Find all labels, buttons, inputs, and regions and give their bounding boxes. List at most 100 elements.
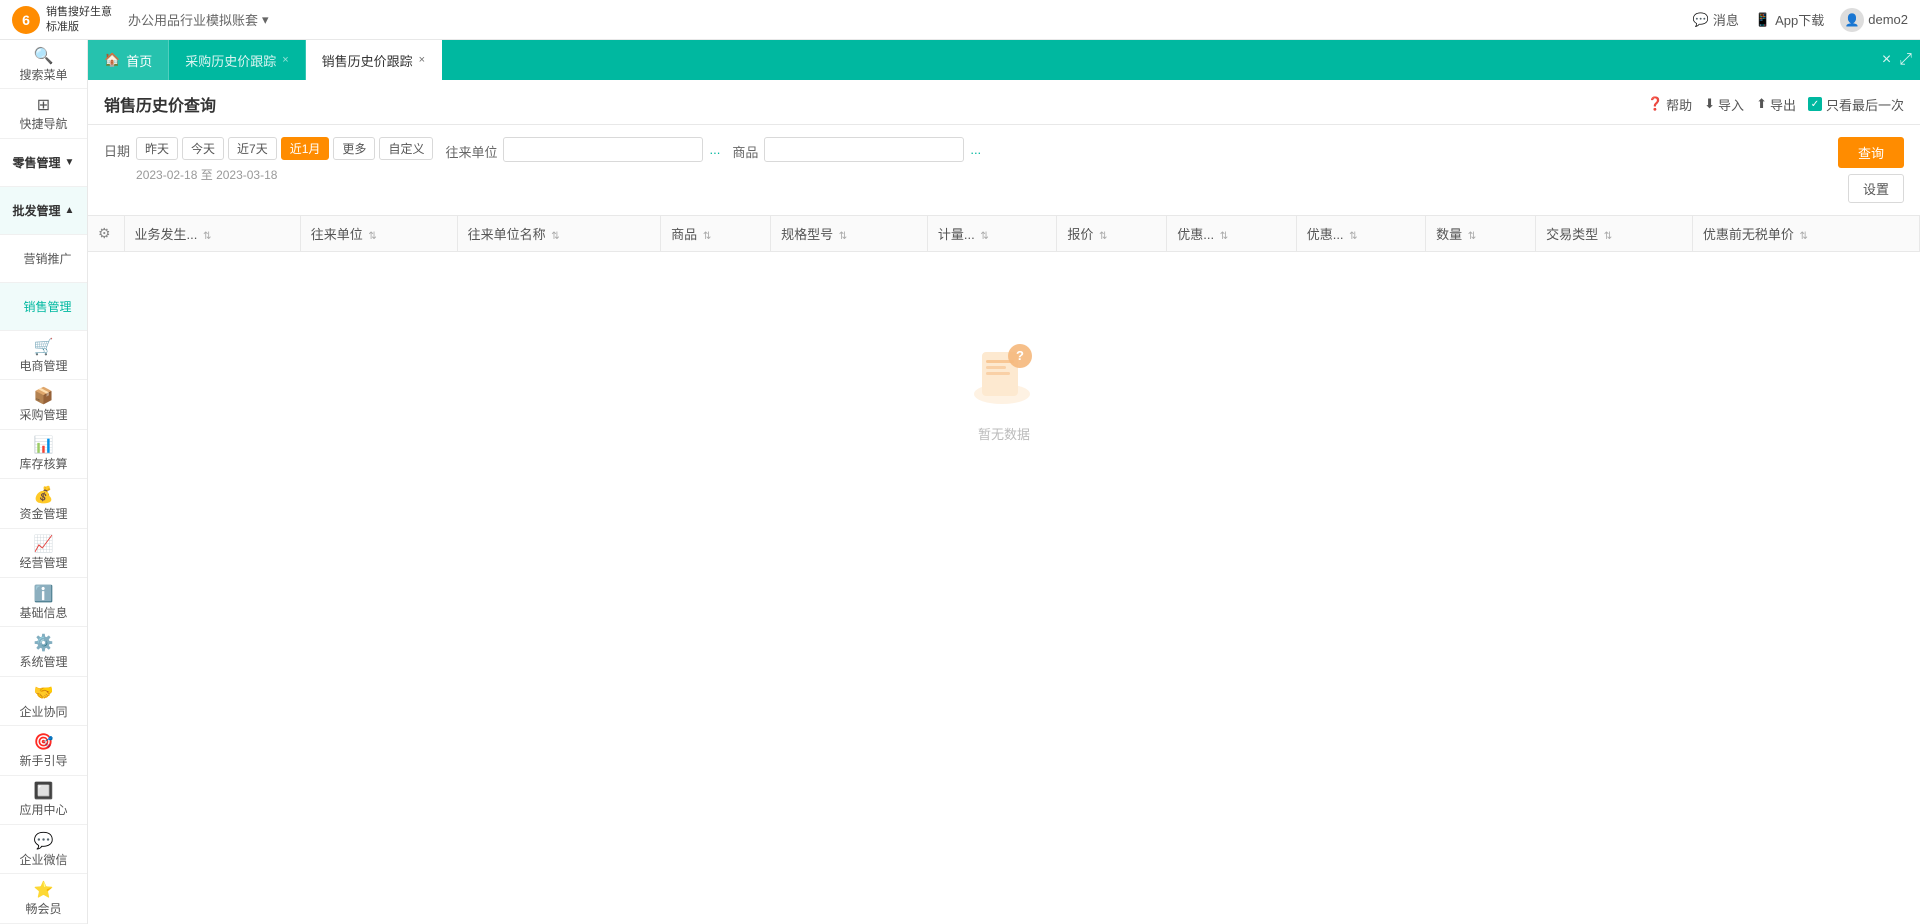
date-btn-1month[interactable]: 近1月 [281,137,330,160]
close-all-tabs-icon[interactable]: × [1882,51,1891,69]
checkbox-icon: ✓ [1808,97,1822,111]
col-spec[interactable]: 规格型号 ⇅ [771,216,928,252]
sidebar-item-wholesale-mgmt[interactable]: 批发管理 ▲ [0,187,87,235]
tab-sales-history[interactable]: 销售历史价跟踪 × [306,40,442,80]
product-dots[interactable]: ... [970,142,981,157]
col-qty[interactable]: 数量 ⇅ [1426,216,1536,252]
date-filter-group: 日期 昨天 今天 近7天 近1月 更多 自定义 2023-02-18 至 202… [104,137,433,183]
gear-icon[interactable]: ⚙ [98,225,111,241]
export-icon: ⬆ [1756,96,1767,112]
sidebar: 🔍 搜索菜单 ⊞ 快捷导航 零售管理 ▼ 批发管理 ▲ 营销推广 销售管理 🛒 … [0,40,88,924]
capital-icon: 💰 [34,485,54,505]
tab-bar: 🏠 首页 采购历史价跟踪 × 销售历史价跟踪 × × ⤢ [88,40,1920,80]
sort-arrows-quote: ⇅ [1099,231,1107,242]
col-discount2[interactable]: 优惠... ⇅ [1296,216,1425,252]
date-btn-today[interactable]: 今天 [182,137,224,160]
sidebar-item-marketing[interactable]: 营销推广 [0,235,87,283]
sidebar-item-enterprise-wechat[interactable]: 💬 企业微信 [0,825,87,874]
ecommerce-icon: 🛒 [34,337,54,357]
col-biz-date[interactable]: 业务发生... ⇅ [124,216,300,252]
col-quote[interactable]: 报价 ⇅ [1057,216,1167,252]
app-download-button[interactable]: 📱 App下载 [1755,10,1824,29]
close-purchase-tab-icon[interactable]: × [282,54,288,66]
col-pre-tax-price[interactable]: 优惠前无税单价 ⇅ [1692,216,1919,252]
sidebar-item-search-menu[interactable]: 🔍 搜索菜单 [0,40,87,89]
col-discount1[interactable]: 优惠... ⇅ [1167,216,1296,252]
sidebar-item-ecommerce-mgmt[interactable]: 🛒 电商管理 [0,331,87,380]
sidebar-item-capital-mgmt[interactable]: 💰 资金管理 [0,479,87,528]
grid-icon: ⊞ [37,95,50,115]
breadcrumb-title: 办公用品行业模拟账套 [128,10,258,29]
date-btn-custom[interactable]: 自定义 [379,137,433,160]
wechat-icon: 💬 [34,831,54,851]
purchase-icon: 📦 [34,386,54,406]
sidebar-item-basic-info[interactable]: ℹ️ 基础信息 [0,578,87,627]
sidebar-item-member[interactable]: ⭐ 畅会员 [0,874,87,923]
sort-arrows-discount2: ⇅ [1349,231,1357,242]
sidebar-item-retail-mgmt[interactable]: 零售管理 ▼ [0,139,87,187]
date-options-row: 昨天 今天 近7天 近1月 更多 自定义 [136,137,433,160]
export-button[interactable]: ⬆ 导出 [1756,95,1796,114]
col-partner-name[interactable]: 往来单位名称 ⇅ [457,216,661,252]
sidebar-item-quick-nav[interactable]: ⊞ 快捷导航 [0,89,87,138]
col-settings[interactable]: ⚙ [88,216,124,252]
sidebar-item-system-mgmt[interactable]: ⚙️ 系统管理 [0,627,87,676]
partner-dots[interactable]: ... [709,142,720,157]
sort-arrows-discount1: ⇅ [1220,231,1228,242]
header-right: 💬 消息 📱 App下载 👤 demo2 [1693,8,1908,32]
sidebar-item-app-center[interactable]: 🔲 应用中心 [0,776,87,825]
chevron-down-icon: ▼ [65,157,75,168]
tab-purchase-history[interactable]: 采购历史价跟踪 × [169,40,305,80]
page-header: 销售历史价查询 ❓ 帮助 ⬇ 导入 ⬆ 导出 [88,80,1920,125]
table-header-row: ⚙ 业务发生... ⇅ 往来单位 ⇅ [88,216,1920,252]
date-btn-more[interactable]: 更多 [333,137,375,160]
sort-arrows-trade-type: ⇅ [1604,231,1612,242]
col-product[interactable]: 商品 ⇅ [661,216,771,252]
import-icon: ⬇ [1704,96,1715,112]
sidebar-item-inventory[interactable]: 📊 库存核算 [0,430,87,479]
avatar: 👤 [1840,8,1864,32]
partner-input[interactable] [503,137,703,162]
main-layout: 🔍 搜索菜单 ⊞ 快捷导航 零售管理 ▼ 批发管理 ▲ 营销推广 销售管理 🛒 … [0,40,1920,924]
col-partner-code[interactable]: 往来单位 ⇅ [300,216,457,252]
sort-arrows-biz-date: ⇅ [203,231,211,242]
partner-filter-label: 往来单位 [445,138,497,161]
col-trade-type[interactable]: 交易类型 ⇅ [1536,216,1693,252]
fullscreen-icon[interactable]: ⤢ [1899,51,1912,69]
only-last-checkbox[interactable]: ✓ 只看最后一次 [1808,95,1904,114]
sort-arrows-unit: ⇅ [980,231,988,242]
operations-icon: 📈 [34,534,54,554]
logo-area: 6 销售搜好生意 标准版 [12,5,112,34]
query-button[interactable]: 查询 [1838,137,1904,168]
date-range-display: 2023-02-18 至 2023-03-18 [136,166,433,183]
date-btn-7days[interactable]: 近7天 [228,137,277,160]
sidebar-item-enterprise-coop[interactable]: 🤝 企业协同 [0,677,87,726]
tab-home[interactable]: 🏠 首页 [88,40,169,80]
logo-icon: 6 [12,6,40,34]
sidebar-item-purchase-mgmt[interactable]: 📦 采购管理 [0,380,87,429]
sort-arrows-pre-tax-price: ⇅ [1800,231,1808,242]
product-filter-label: 商品 [732,138,758,161]
sidebar-item-new-user-guide[interactable]: 🎯 新手引导 [0,726,87,775]
product-input[interactable] [764,137,964,162]
filter-settings-button[interactable]: 设置 [1848,174,1904,203]
import-button[interactable]: ⬇ 导入 [1704,95,1744,114]
help-button[interactable]: ❓ 帮助 [1647,95,1692,114]
date-btn-yesterday[interactable]: 昨天 [136,137,178,160]
close-sales-tab-icon[interactable]: × [419,54,425,66]
sidebar-item-operations-mgmt[interactable]: 📈 经营管理 [0,529,87,578]
data-table: ⚙ 业务发生... ⇅ 往来单位 ⇅ [88,216,1920,252]
tab-bar-controls: × ⤢ [1882,51,1920,69]
sidebar-item-sales-mgmt[interactable]: 销售管理 [0,283,87,331]
page-title: 销售历史价查询 [104,92,216,116]
product-filter-group: 商品 ... [732,137,981,162]
breadcrumb-arrow: ▾ [262,12,269,28]
home-icon: 🏠 [104,52,120,68]
filter-area: 日期 昨天 今天 近7天 近1月 更多 自定义 2023-02-18 至 202… [88,125,1920,216]
col-unit[interactable]: 计量... ⇅ [927,216,1056,252]
message-button[interactable]: 💬 消息 [1693,10,1739,29]
system-icon: ⚙️ [34,633,54,653]
user-menu[interactable]: 👤 demo2 [1840,8,1908,32]
phone-icon: 📱 [1755,12,1771,28]
empty-icon: ? [964,332,1044,412]
